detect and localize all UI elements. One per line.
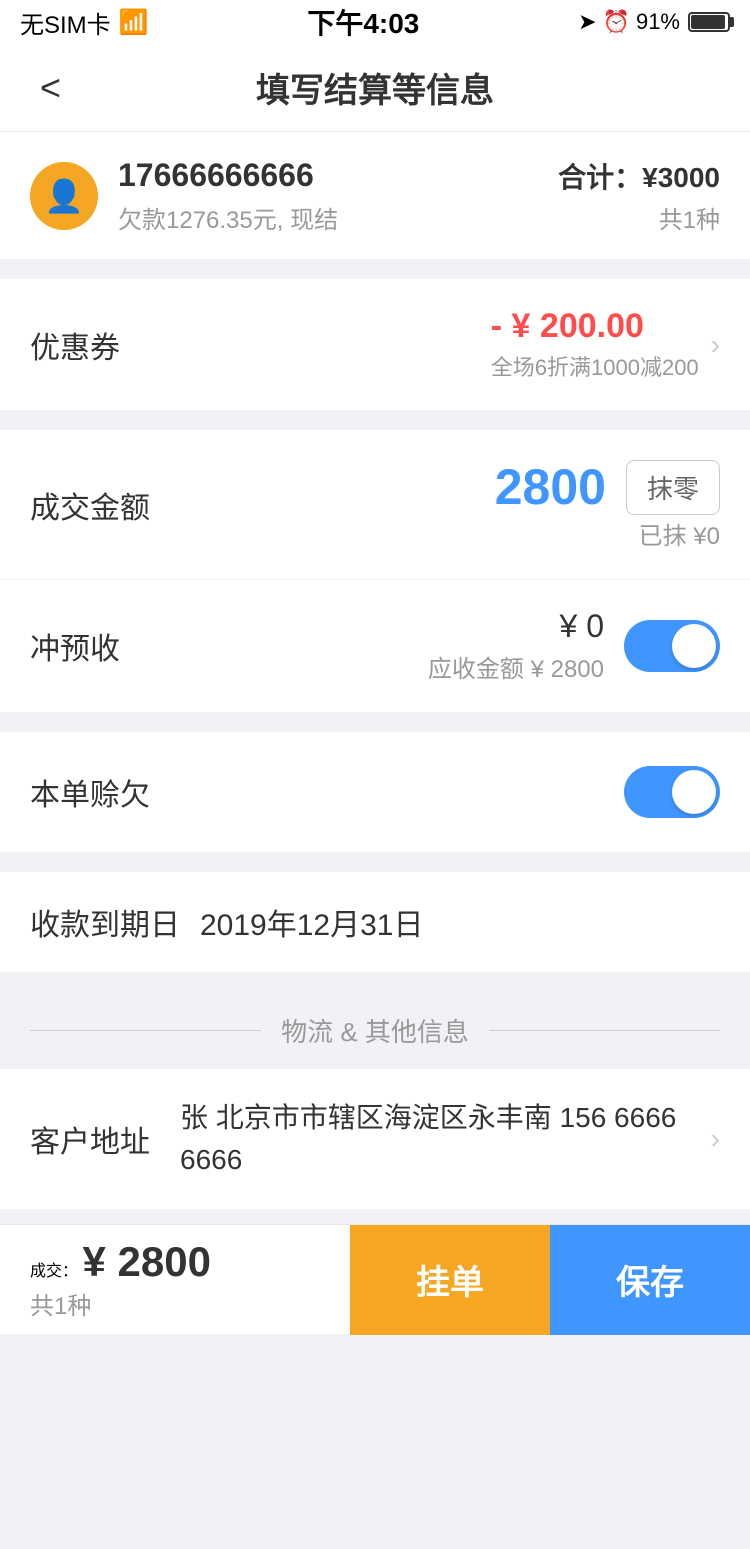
prepaid-label: 冲预收 <box>30 624 120 668</box>
prepaid-amount: ¥ 0 <box>428 608 604 645</box>
due-date-row: 收款到期日 2019年12月31日 <box>0 872 750 972</box>
round-button[interactable]: 抹零 <box>626 460 720 515</box>
customer-info: 17666666666 欠款1276.35元, 现结 <box>118 157 338 235</box>
prepaid-toggle[interactable] <box>624 620 720 672</box>
transaction-label: 成交金额 <box>30 483 150 527</box>
back-button[interactable]: < <box>30 57 71 119</box>
address-row[interactable]: 客户地址 张 北京市市辖区海淀区永丰南 156 6666 6666 › <box>0 1069 750 1209</box>
divider-line-left <box>30 1030 261 1031</box>
customer-debt: 欠款1276.35元, 现结 <box>118 200 338 235</box>
deal-amount: ¥ 2800 <box>82 1238 210 1285</box>
transaction-amount: 2800 <box>495 458 606 516</box>
due-date-label: 收款到期日 <box>30 900 180 944</box>
nav-bar: < 填写结算等信息 <box>0 44 750 132</box>
chevron-right-icon: › <box>711 329 720 361</box>
address-chevron-icon: › <box>711 1123 720 1155</box>
coupon-desc: 全场6折满1000减200 <box>491 350 699 382</box>
transaction-section: 成交金额 2800 抹零 已抹 ¥0 冲预收 ¥ 0 应收金额 ¥ 2800 <box>0 430 750 712</box>
debt-label: 本单赊欠 <box>30 770 150 814</box>
coupon-row[interactable]: 优惠券 - ¥ 200.00 全场6折满1000减200 › <box>0 279 750 410</box>
deal-count: 共1种 <box>30 1286 320 1321</box>
section-divider: 物流 & 其他信息 <box>0 992 750 1069</box>
divider-text: 物流 & 其他信息 <box>281 1012 469 1049</box>
battery-icon <box>688 12 730 32</box>
avatar: 👤 <box>30 162 98 230</box>
bottom-bar: 成交： ¥ 2800 共1种 挂单 保存 <box>0 1224 750 1334</box>
deal-label: 成交： <box>30 1263 78 1280</box>
page-title: 填写结算等信息 <box>256 63 494 112</box>
customer-phone: 17666666666 <box>118 157 338 194</box>
status-left: 无SIM卡 📶 <box>20 5 149 40</box>
status-time: 下午4:03 <box>307 2 419 42</box>
receivable-label: 应收金额 ¥ 2800 <box>428 649 604 684</box>
total-count: 共1种 <box>558 200 720 235</box>
address-value: 张 北京市市辖区海淀区永丰南 156 6666 6666 <box>180 1097 703 1181</box>
carrier-label: 无SIM卡 <box>20 5 111 40</box>
debt-section: 本单赊欠 <box>0 732 750 852</box>
coupon-label: 优惠券 <box>30 323 120 367</box>
customer-card: 👤 17666666666 欠款1276.35元, 现结 合计：¥3000 共1… <box>0 132 750 259</box>
due-date-value: 2019年12月31日 <box>200 900 423 944</box>
total-amount: 合计：¥3000 <box>558 156 720 196</box>
wifi-icon: 📶 <box>119 8 149 37</box>
rounded-label: 已抹 ¥0 <box>495 516 720 551</box>
location-icon: ➤ <box>578 9 596 35</box>
debt-toggle[interactable] <box>624 766 720 818</box>
battery-percent: 91% <box>636 9 680 35</box>
customer-total: 合计：¥3000 共1种 <box>558 156 720 235</box>
coupon-discount: - ¥ 200.00 <box>491 307 699 346</box>
prepaid-row: 冲预收 ¥ 0 应收金额 ¥ 2800 <box>0 580 750 712</box>
hang-button[interactable]: 挂单 <box>350 1225 550 1335</box>
alarm-icon: ⏰ <box>603 9 630 35</box>
debt-row: 本单赊欠 <box>0 732 750 852</box>
status-bar: 无SIM卡 📶 下午4:03 ➤ ⏰ 91% <box>0 0 750 44</box>
transaction-row: 成交金额 2800 抹零 已抹 ¥0 <box>0 430 750 580</box>
save-button[interactable]: 保存 <box>550 1225 750 1335</box>
address-label: 客户地址 <box>30 1117 150 1161</box>
bottom-summary: 成交： ¥ 2800 共1种 <box>0 1238 350 1321</box>
status-right: ➤ ⏰ 91% <box>578 9 730 35</box>
divider-line-right <box>489 1030 720 1031</box>
main-content: 👤 17666666666 欠款1276.35元, 现结 合计：¥3000 共1… <box>0 132 750 1549</box>
